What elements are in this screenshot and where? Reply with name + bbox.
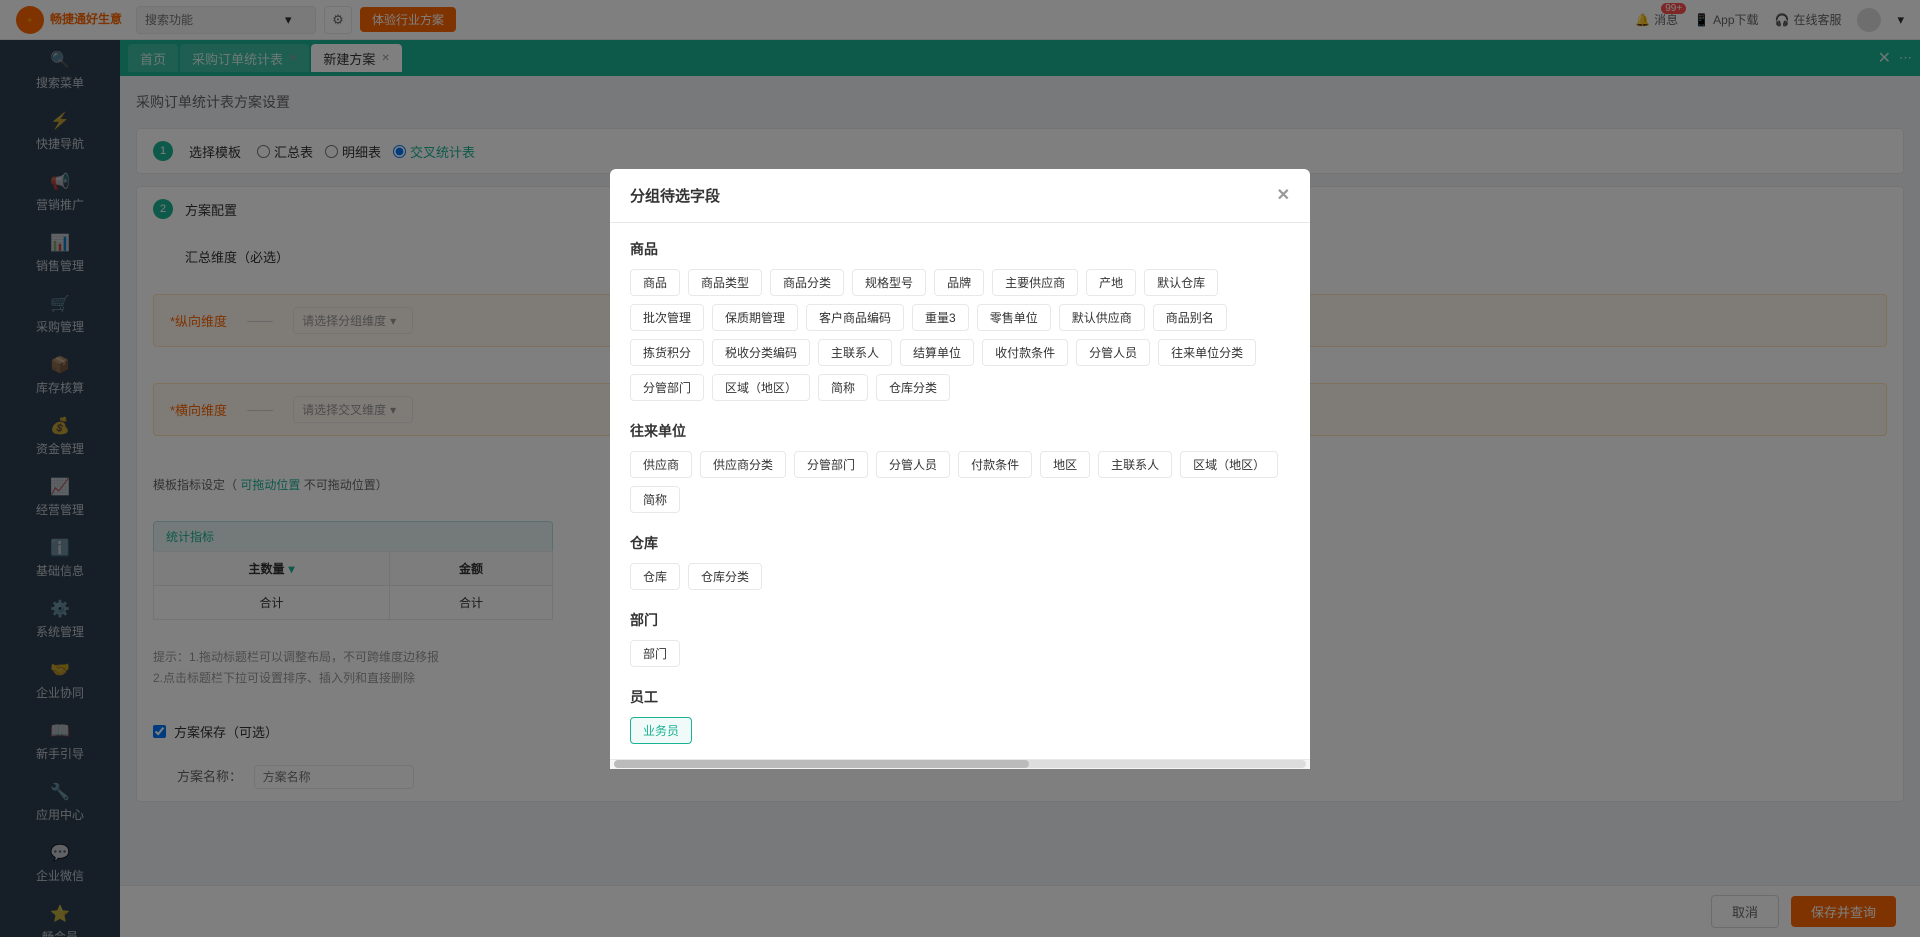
field-section-counterparty: 往来单位 供应商 供应商分类 分管部门 分管人员 付款条件 地区 主联系人 区域… [630, 421, 1290, 513]
field-tags-staff: 业务员 [630, 717, 1290, 744]
field-tag-spec-model[interactable]: 规格型号 [852, 269, 926, 296]
field-section-goods-title: 商品 [630, 239, 1290, 259]
field-tag-short-name2[interactable]: 简称 [630, 486, 680, 513]
field-tags-goods: 商品 商品类型 商品分类 规格型号 品牌 主要供应商 产地 默认仓库 批次管理 … [630, 269, 1290, 401]
field-tag-main-contact[interactable]: 主联系人 [818, 339, 892, 366]
field-section-staff-title: 员工 [630, 687, 1290, 707]
field-tag-default-supplier[interactable]: 默认供应商 [1059, 304, 1145, 331]
field-section-warehouse: 仓库 仓库 仓库分类 [630, 533, 1290, 590]
modal-overlay: 分组待选字段 ✕ 商品 商品 商品类型 商品分类 规格型号 品牌 主要供应商 产… [0, 0, 1920, 937]
field-tag-batch-mgmt[interactable]: 批次管理 [630, 304, 704, 331]
horizontal-scrollbar[interactable] [614, 760, 1306, 768]
field-tag-warehouse-cat[interactable]: 仓库分类 [688, 563, 762, 590]
field-tag-dept-mgmt2[interactable]: 分管部门 [794, 451, 868, 478]
modal-title: 分组待选字段 [630, 185, 720, 206]
field-tags-department: 部门 [630, 640, 1290, 667]
field-tags-warehouse: 仓库 仓库分类 [630, 563, 1290, 590]
field-tag-department[interactable]: 部门 [630, 640, 680, 667]
field-tag-weight[interactable]: 重量3 [912, 304, 969, 331]
modal-close-button[interactable]: ✕ [1277, 185, 1290, 205]
field-tag-region[interactable]: 区域（地区） [712, 374, 810, 401]
field-tag-warehouse-category[interactable]: 仓库分类 [876, 374, 950, 401]
field-section-department: 部门 部门 [630, 610, 1290, 667]
field-section-warehouse-title: 仓库 [630, 533, 1290, 553]
field-tag-tax-code[interactable]: 税收分类编码 [712, 339, 810, 366]
field-tag-salesperson[interactable]: 业务员 [630, 717, 692, 744]
field-tag-supplier-category[interactable]: 供应商分类 [700, 451, 786, 478]
field-tag-payment-terms2[interactable]: 付款条件 [958, 451, 1032, 478]
field-tag-supervisor2[interactable]: 分管人员 [876, 451, 950, 478]
field-tag-payment-terms[interactable]: 收付款条件 [982, 339, 1068, 366]
field-tag-goods-category[interactable]: 商品分类 [770, 269, 844, 296]
field-section-staff: 员工 业务员 [630, 687, 1290, 744]
field-tag-retail-unit[interactable]: 零售单位 [977, 304, 1051, 331]
field-tag-expiry-mgmt[interactable]: 保质期管理 [712, 304, 798, 331]
field-tag-main-contact2[interactable]: 主联系人 [1098, 451, 1172, 478]
modal-body[interactable]: 商品 商品 商品类型 商品分类 规格型号 品牌 主要供应商 产地 默认仓库 批次… [610, 223, 1310, 759]
field-tags-counterparty: 供应商 供应商分类 分管部门 分管人员 付款条件 地区 主联系人 区域（地区） … [630, 451, 1290, 513]
field-section-department-title: 部门 [630, 610, 1290, 630]
field-tag-supervisor[interactable]: 分管人员 [1076, 339, 1150, 366]
field-tag-origin[interactable]: 产地 [1086, 269, 1136, 296]
field-tag-goods[interactable]: 商品 [630, 269, 680, 296]
field-tag-contact-category[interactable]: 往来单位分类 [1158, 339, 1256, 366]
field-tag-customer-code[interactable]: 客户商品编码 [806, 304, 904, 331]
field-section-counterparty-title: 往来单位 [630, 421, 1290, 441]
field-tag-supplier[interactable]: 供应商 [630, 451, 692, 478]
field-tag-short-name[interactable]: 简称 [818, 374, 868, 401]
field-section-goods: 商品 商品 商品类型 商品分类 规格型号 品牌 主要供应商 产地 默认仓库 批次… [630, 239, 1290, 401]
field-tag-district[interactable]: 地区 [1040, 451, 1090, 478]
field-tag-settlement-unit[interactable]: 结算单位 [900, 339, 974, 366]
field-tag-goods-type[interactable]: 商品类型 [688, 269, 762, 296]
field-tag-default-warehouse[interactable]: 默认仓库 [1144, 269, 1218, 296]
field-tag-brand[interactable]: 品牌 [934, 269, 984, 296]
field-tag-region2[interactable]: 区域（地区） [1180, 451, 1278, 478]
field-tag-main-supplier[interactable]: 主要供应商 [992, 269, 1078, 296]
field-tag-dept-mgmt[interactable]: 分管部门 [630, 374, 704, 401]
scrollbar-thumb[interactable] [614, 760, 1029, 768]
modal-scrollbar-area[interactable] [610, 759, 1310, 769]
field-tag-pick-score[interactable]: 拣货积分 [630, 339, 704, 366]
field-tag-warehouse[interactable]: 仓库 [630, 563, 680, 590]
modal-header: 分组待选字段 ✕ [610, 169, 1310, 223]
modal-dialog: 分组待选字段 ✕ 商品 商品 商品类型 商品分类 规格型号 品牌 主要供应商 产… [610, 169, 1310, 769]
field-tag-goods-alias[interactable]: 商品别名 [1153, 304, 1227, 331]
